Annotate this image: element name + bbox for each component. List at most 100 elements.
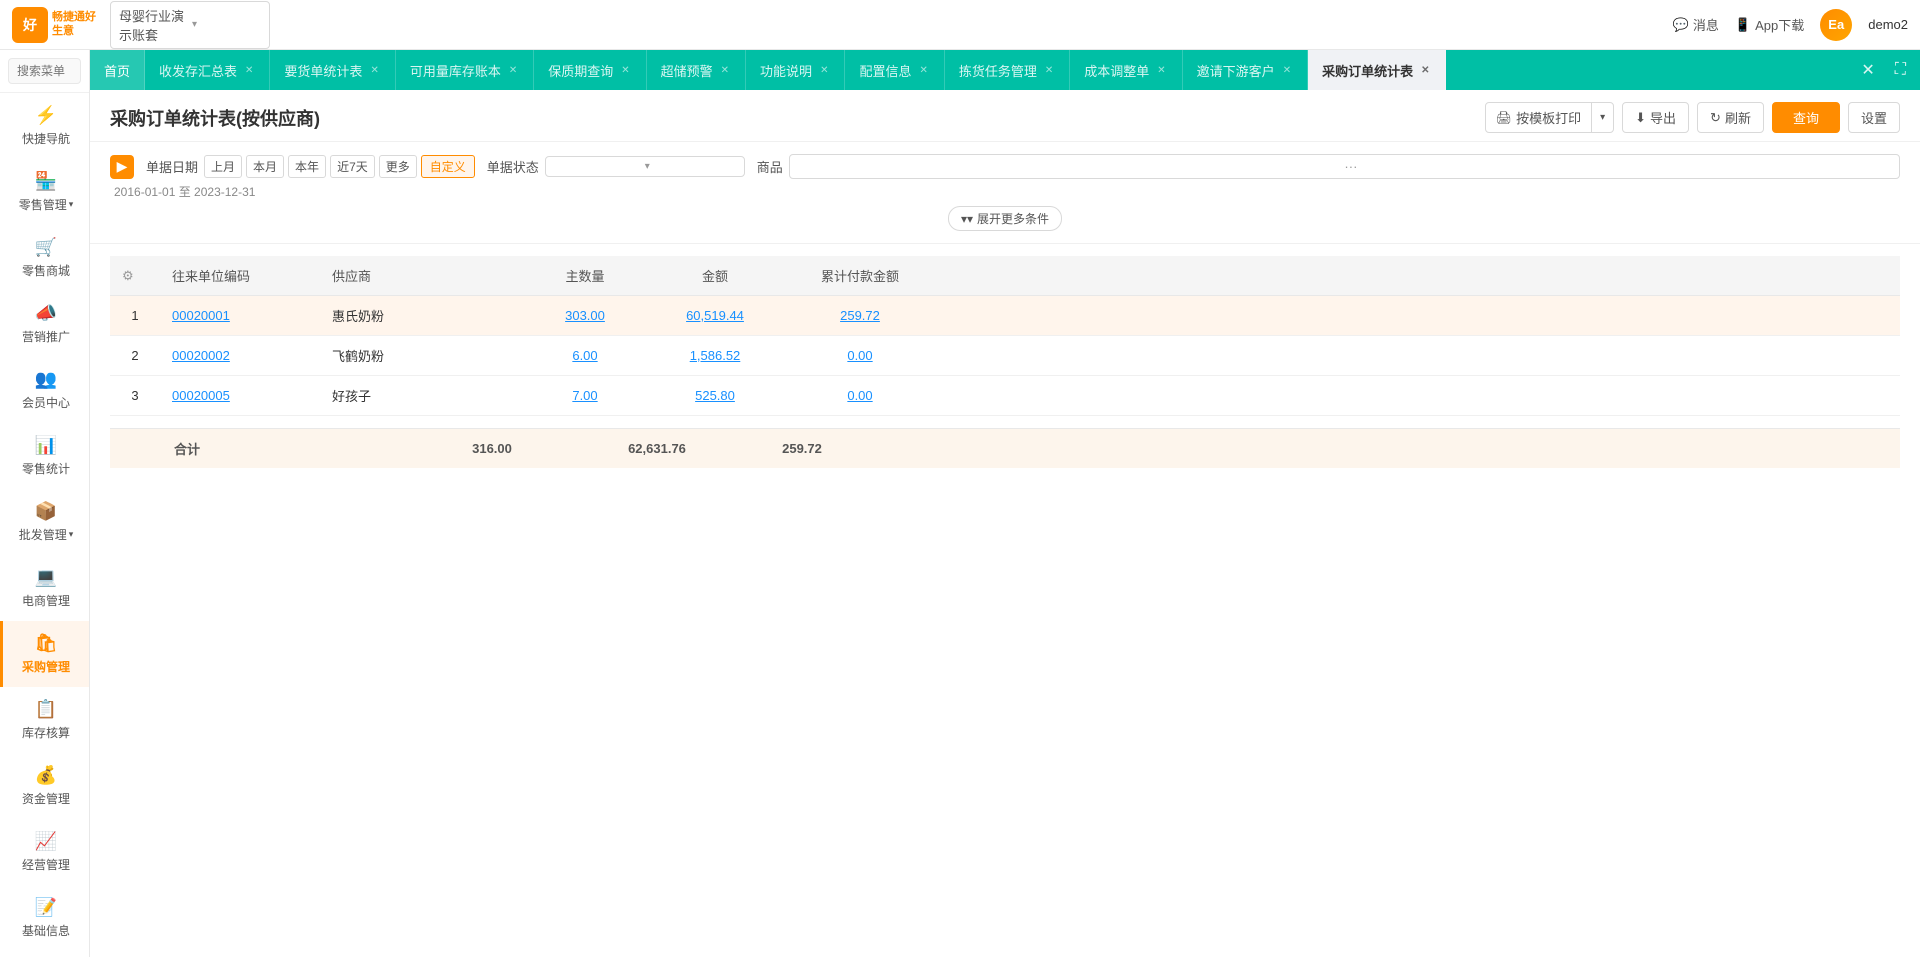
sidebar-item-retail-mgmt[interactable]: 🏪 零售管理 ▾: [0, 159, 89, 225]
sidebar-item-basic-info[interactable]: 📝 基础信息: [0, 885, 89, 951]
close-tab-icon[interactable]: ✕: [1855, 58, 1880, 82]
more-options-icon[interactable]: ···: [1344, 159, 1891, 174]
tab-func-desc[interactable]: 功能说明 ✕: [746, 50, 845, 90]
print-main[interactable]: 🖨 按模板打印: [1486, 103, 1593, 132]
tab-label: 可用量库存账本: [410, 61, 501, 80]
custom-date-badge[interactable]: 自定义: [421, 155, 475, 178]
col-header-supplier: 供应商: [320, 256, 520, 296]
chevron-down-icon: ▾: [69, 199, 74, 210]
tab-collect-pay[interactable]: 收发存汇总表 ✕: [145, 50, 270, 90]
sidebar-item-operation[interactable]: 📈 经营管理: [0, 819, 89, 885]
tab-config[interactable]: 配置信息 ✕: [845, 50, 944, 90]
maximize-icon[interactable]: ⛶: [1889, 59, 1912, 81]
table-row: 2 00020002 飞鹤奶粉 6.00: [110, 336, 1900, 376]
marketing-icon: 📣: [7, 303, 85, 324]
sidebar-item-finance[interactable]: 💰 资金管理: [0, 753, 89, 819]
tab-purchase-stat[interactable]: 采购订单统计表 ✕: [1308, 50, 1446, 90]
amount-value[interactable]: 525.80: [695, 388, 735, 403]
shortcut-this-year[interactable]: 本年: [288, 155, 326, 178]
sidebar-item-inventory[interactable]: 📋 库存核算: [0, 687, 89, 753]
print-arrow[interactable]: ▾: [1592, 107, 1613, 128]
row-index: 2: [110, 336, 160, 376]
row-paid: 259.72: [780, 296, 940, 336]
col-header-amount: 金额: [650, 256, 780, 296]
expand-row: ▾▾ 展开更多条件: [110, 200, 1900, 235]
tab-close-icon[interactable]: ✕: [1155, 64, 1167, 77]
sidebar-item-quick-nav[interactable]: ⚡ 快捷导航: [0, 93, 89, 159]
message-button[interactable]: 💬 消息: [1673, 15, 1719, 34]
table-header-row: ⚙ 往来单位编码 供应商 主数量: [110, 256, 1900, 296]
tab-invite-customer[interactable]: 邀请下游客户 ✕: [1183, 50, 1308, 90]
workspace-selector[interactable]: 母婴行业演示账套 ▾: [110, 1, 270, 49]
print-icon: 🖨: [1496, 110, 1513, 126]
tab-close-icon[interactable]: ✕: [368, 64, 380, 77]
table-settings-icon[interactable]: ⚙: [122, 268, 134, 283]
filter-collapse-button[interactable]: ▶: [110, 155, 134, 179]
print-button[interactable]: 🖨 按模板打印 ▾: [1485, 102, 1615, 133]
code-value[interactable]: 00020005: [172, 388, 230, 403]
sidebar-item-retail-stat[interactable]: 📊 零售统计: [0, 423, 89, 489]
tab-label: 收发存汇总表: [159, 61, 237, 80]
retail-stat-icon: 📊: [7, 435, 85, 456]
sidebar-item-ecommerce[interactable]: 💻 电商管理: [0, 555, 89, 621]
export-button[interactable]: ⬇ 导出: [1622, 102, 1689, 133]
tab-task-mgmt[interactable]: 拣货任务管理 ✕: [945, 50, 1070, 90]
query-button[interactable]: 查询: [1772, 102, 1840, 133]
avatar[interactable]: Ea: [1820, 9, 1852, 41]
sidebar-item-label: 经营管理: [22, 858, 70, 872]
tab-close-icon[interactable]: ✕: [818, 64, 830, 77]
shortcut-more[interactable]: 更多: [379, 155, 417, 178]
tab-close-icon[interactable]: ✕: [917, 64, 929, 77]
retail-mgmt-row: 零售管理 ▾: [7, 196, 85, 213]
tab-overstock[interactable]: 超储预警 ✕: [647, 50, 746, 90]
tab-close-icon[interactable]: ✕: [507, 64, 519, 77]
inventory-icon: 📋: [7, 699, 85, 720]
qty-value[interactable]: 303.00: [565, 308, 605, 323]
content-area: 首页 收发存汇总表 ✕ 要货单统计表 ✕ 可用量库存账本 ✕ 保质期查询 ✕ 超…: [90, 50, 1920, 957]
sidebar-item-marketing[interactable]: 📣 营销推广: [0, 291, 89, 357]
tab-close-icon[interactable]: ✕: [1419, 64, 1431, 77]
goods-input[interactable]: ···: [789, 154, 1900, 179]
sidebar-item-system[interactable]: ⚙ 系统管理: [0, 951, 89, 957]
tab-close-icon[interactable]: ✕: [719, 64, 731, 77]
tab-stock-book[interactable]: 可用量库存账本 ✕: [396, 50, 534, 90]
qty-value[interactable]: 6.00: [572, 348, 597, 363]
sidebar-item-label: 零售商城: [22, 264, 70, 278]
sidebar-item-purchase[interactable]: 🛍 采购管理: [0, 621, 89, 687]
app-download-button[interactable]: 📱 App下载: [1735, 15, 1804, 34]
tab-goods-stat[interactable]: 要货单统计表 ✕: [270, 50, 395, 90]
tab-close-icon[interactable]: ✕: [243, 64, 255, 77]
tab-close-icon[interactable]: ✕: [1043, 64, 1055, 77]
amount-value[interactable]: 1,586.52: [690, 348, 741, 363]
paid-value[interactable]: 259.72: [840, 308, 880, 323]
search-input[interactable]: [8, 58, 81, 84]
shortcut-7days[interactable]: 近7天: [330, 155, 375, 178]
shortcut-last-month[interactable]: 上月: [204, 155, 242, 178]
refresh-label: 刷新: [1725, 108, 1751, 127]
shortcut-this-month[interactable]: 本月: [246, 155, 284, 178]
refresh-button[interactable]: ↻ 刷新: [1697, 102, 1764, 133]
amount-value[interactable]: 60,519.44: [686, 308, 744, 323]
sidebar-item-member[interactable]: 👥 会员中心: [0, 357, 89, 423]
sidebar-item-retail-shop[interactable]: 🛒 零售商城: [0, 225, 89, 291]
date-range-display: 2016-01-01 至 2023-12-31: [114, 185, 255, 199]
code-value[interactable]: 00020001: [172, 308, 230, 323]
tab-close-icon[interactable]: ✕: [619, 64, 631, 77]
tab-close-icon[interactable]: ✕: [1281, 64, 1293, 77]
ecommerce-icon: 💻: [7, 567, 85, 588]
filter-bar: ▶ 单据日期 上月 本月 本年 近7天 更多 自定义 单据状态: [90, 142, 1920, 244]
settings-button[interactable]: 设置: [1848, 102, 1900, 133]
tab-cost-adj[interactable]: 成本调整单 ✕: [1070, 50, 1182, 90]
row-qty: 303.00: [520, 296, 650, 336]
qty-value[interactable]: 7.00: [572, 388, 597, 403]
tab-home[interactable]: 首页: [90, 50, 145, 90]
expand-more-button[interactable]: ▾▾ 展开更多条件: [948, 206, 1062, 231]
paid-value[interactable]: 0.00: [847, 388, 872, 403]
status-select[interactable]: ▾: [545, 156, 745, 177]
paid-value[interactable]: 0.00: [847, 348, 872, 363]
code-value[interactable]: 00020002: [172, 348, 230, 363]
sidebar-item-wholesale[interactable]: 📦 批发管理 ▾: [0, 489, 89, 555]
row-amount: 1,586.52: [650, 336, 780, 376]
tab-shelf-query[interactable]: 保质期查询 ✕: [534, 50, 646, 90]
user-name[interactable]: demo2: [1868, 17, 1908, 32]
